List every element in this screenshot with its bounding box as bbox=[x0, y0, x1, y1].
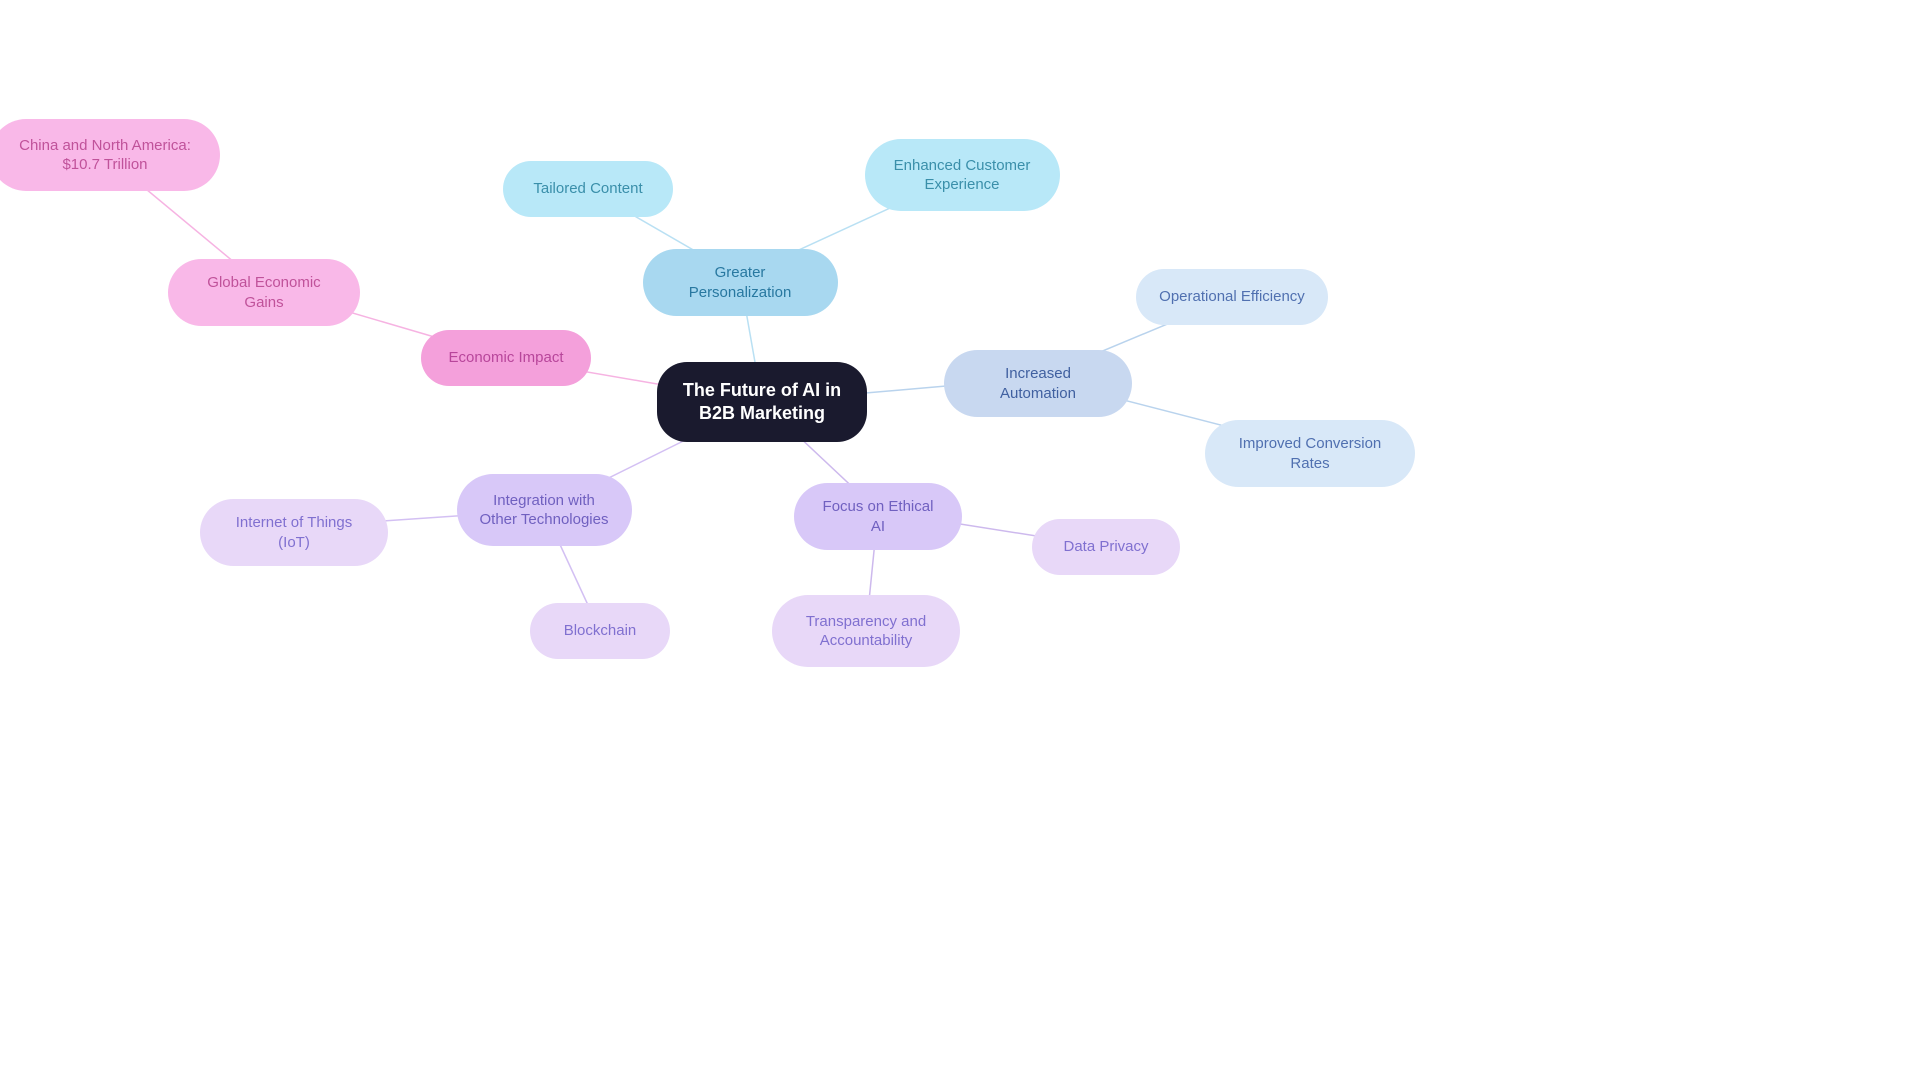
ethical-ai-node: Focus on Ethical AI bbox=[794, 483, 962, 550]
transparency-node: Transparency and Accountability bbox=[772, 595, 960, 667]
center-node: The Future of AI in B2B Marketing bbox=[657, 362, 867, 442]
increased-automation-node: Increased Automation bbox=[944, 350, 1132, 417]
china-north-node: China and North America: $10.7 Trillion bbox=[0, 119, 220, 191]
integration-tech-node: Integration with Other Technologies bbox=[457, 474, 632, 546]
global-economic-node: Global Economic Gains bbox=[168, 259, 360, 326]
enhanced-customer-node: Enhanced Customer Experience bbox=[865, 139, 1060, 211]
iot-node: Internet of Things (IoT) bbox=[200, 499, 388, 566]
economic-impact-node: Economic Impact bbox=[421, 330, 591, 386]
tailored-content-node: Tailored Content bbox=[503, 161, 673, 217]
greater-personalization-node: Greater Personalization bbox=[643, 249, 838, 316]
improved-conversion-node: Improved Conversion Rates bbox=[1205, 420, 1415, 487]
operational-efficiency-node: Operational Efficiency bbox=[1136, 269, 1328, 325]
blockchain-node: Blockchain bbox=[530, 603, 670, 659]
data-privacy-node: Data Privacy bbox=[1032, 519, 1180, 575]
